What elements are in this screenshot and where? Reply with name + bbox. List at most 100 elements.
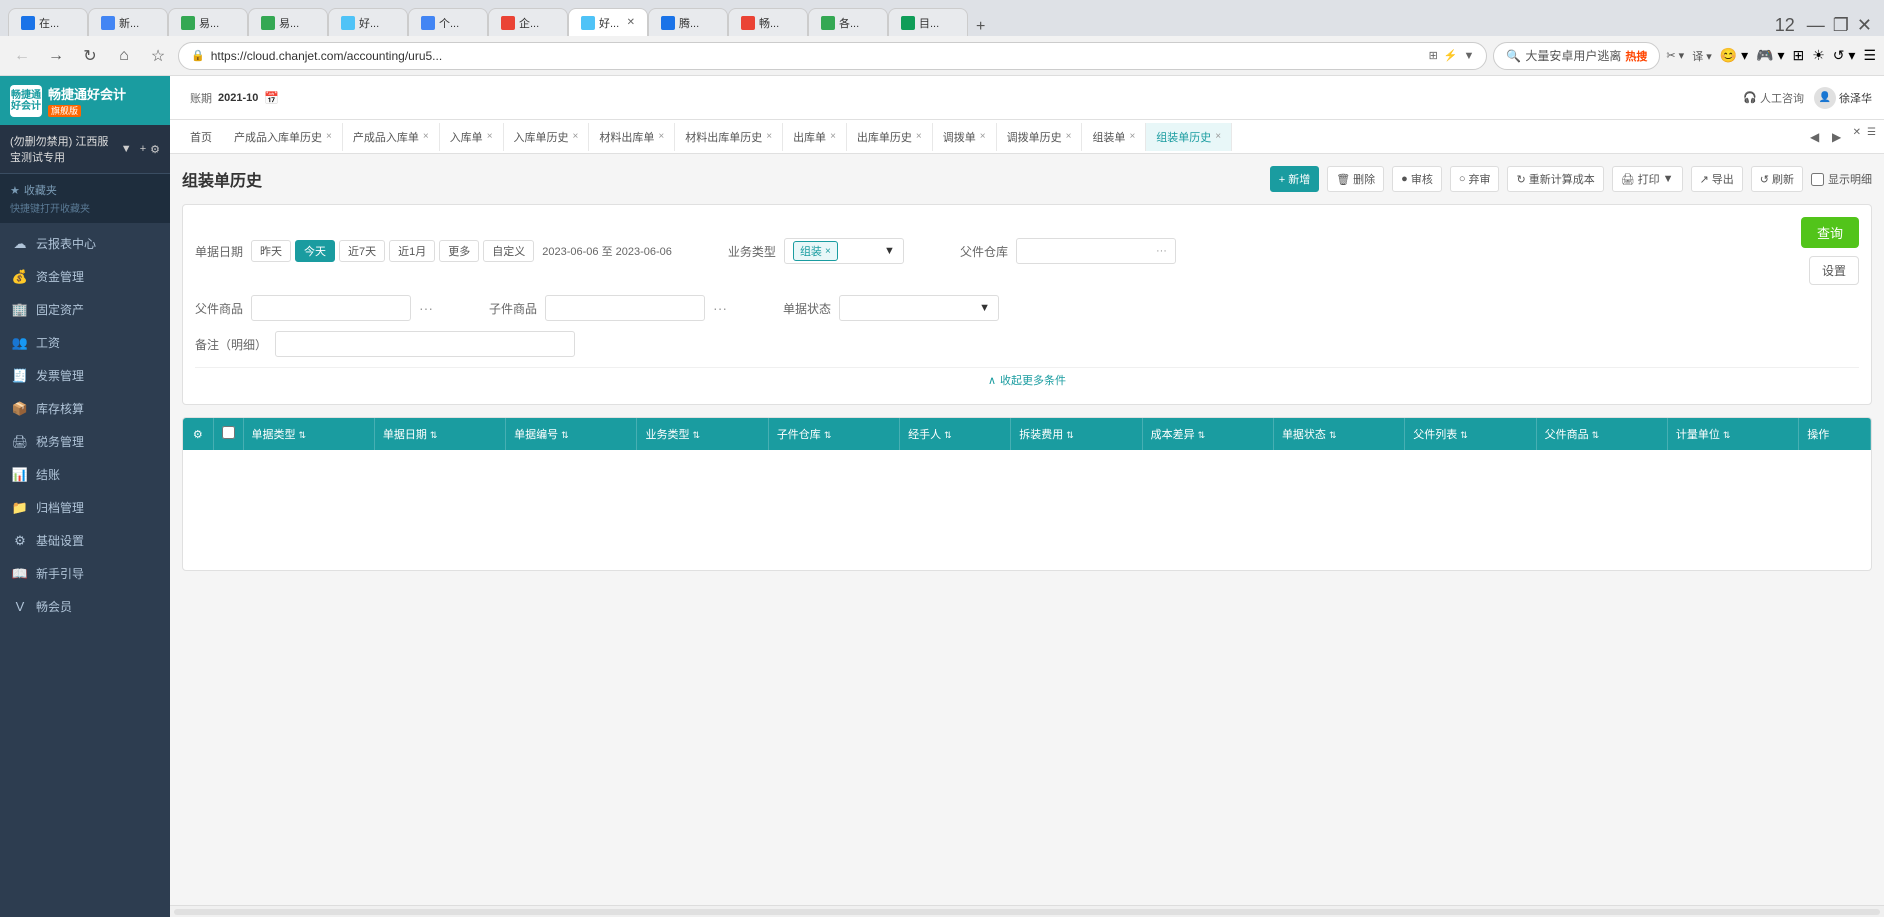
scissors-icon[interactable]: ✂ ▾ — [1666, 49, 1684, 62]
th-settings[interactable]: ⚙ — [183, 418, 213, 450]
child-goods-more[interactable]: ··· — [713, 300, 727, 316]
close-out-history[interactable]: × — [916, 131, 922, 142]
forward-button[interactable]: → — [42, 42, 70, 70]
browser-tab-2[interactable]: 新... — [88, 8, 168, 36]
parent-warehouse-more[interactable]: ··· — [1156, 245, 1167, 257]
restore-button[interactable]: ❐ — [1829, 15, 1853, 36]
bottom-scrollbar[interactable] — [170, 905, 1884, 917]
tab-transfer-history[interactable]: 调拨单历史 × — [997, 123, 1083, 151]
scrollbar-track[interactable] — [174, 909, 1880, 915]
new-tab-button[interactable]: + — [968, 18, 993, 36]
company-add-icon[interactable]: + — [140, 143, 146, 155]
browser-tab-7[interactable]: 企... — [488, 8, 568, 36]
th-order-status[interactable]: 单据状态⇅ — [1273, 418, 1404, 450]
qr-icon[interactable]: ⊞ — [1429, 49, 1438, 62]
sidebar-item-closing[interactable]: 📊 结账 — [0, 458, 170, 491]
tab-transfer[interactable]: 调拨单 × — [933, 123, 997, 151]
sidebar-item-assets[interactable]: 🏢 固定资产 — [0, 293, 170, 326]
th-order-date[interactable]: 单据日期⇅ — [374, 418, 505, 450]
th-order-type[interactable]: 单据类型⇅ — [243, 418, 374, 450]
browser-tab-5[interactable]: 好... — [328, 8, 408, 36]
browser-tab-9[interactable]: 腾... — [648, 8, 728, 36]
date-btn-1month[interactable]: 近1月 — [389, 240, 435, 262]
parent-warehouse-select[interactable]: ··· — [1016, 238, 1176, 264]
parent-goods-input[interactable] — [251, 295, 411, 321]
tab-material-out[interactable]: 材料出库单 × — [589, 123, 675, 151]
tab-menu-button[interactable]: ☰ — [1867, 127, 1876, 147]
print-button[interactable]: 🖨 打印 ▼ — [1612, 166, 1683, 192]
close-assembly[interactable]: × — [1129, 131, 1135, 142]
close-material-out[interactable]: × — [658, 131, 664, 142]
lightning-icon[interactable]: ⚡ — [1444, 49, 1458, 62]
home-button[interactable]: ⌂ — [110, 42, 138, 70]
translate-icon[interactable]: 译 ▾ — [1692, 48, 1712, 64]
th-handler[interactable]: 经手人⇅ — [900, 418, 1011, 450]
delete-button[interactable]: 🗑 删除 — [1327, 166, 1384, 192]
sidebar-item-invoice[interactable]: 🧾 发票管理 — [0, 359, 170, 392]
audit-button[interactable]: ● 审核 — [1392, 166, 1442, 192]
star-button[interactable]: ☆ — [144, 42, 172, 70]
close-material-out-history[interactable]: × — [766, 131, 772, 142]
th-cost-diff[interactable]: 成本差异⇅ — [1142, 418, 1273, 450]
sidebar-item-archive[interactable]: 📁 归档管理 — [0, 491, 170, 524]
recalculate-button[interactable]: ↻ 重新计算成本 — [1507, 166, 1603, 192]
sidebar-item-finance[interactable]: 💰 资金管理 — [0, 260, 170, 293]
sidebar-item-reports[interactable]: ☁ 云报表中心 — [0, 227, 170, 260]
th-parent-list[interactable]: 父件列表⇅ — [1405, 418, 1536, 450]
tab-material-out-history[interactable]: 材料出库单历史 × — [675, 123, 783, 151]
close-window-button[interactable]: ✕ — [1853, 15, 1876, 36]
minimize-button[interactable]: — — [1803, 15, 1829, 36]
company-selector[interactable]: (勿删勿禁用) 江西服宝测试专用 ▼ + ⚙ — [0, 125, 170, 174]
tab-in-history[interactable]: 入库单历史 × — [504, 123, 590, 151]
th-parent-goods[interactable]: 父件商品⇅ — [1536, 418, 1667, 450]
sidebar-item-tax[interactable]: 🖨 税务管理 — [0, 425, 170, 458]
th-order-number[interactable]: 单据编号⇅ — [506, 418, 637, 450]
browser-tab-12[interactable]: 目... — [888, 8, 968, 36]
th-checkbox[interactable] — [213, 418, 243, 450]
close-production-in-history[interactable]: × — [326, 131, 332, 142]
date-btn-today[interactable]: 今天 — [295, 240, 335, 262]
tab-close-8[interactable]: ✕ — [627, 17, 635, 28]
grid-icon[interactable]: ⊞ — [1792, 47, 1804, 64]
browser-tab-8[interactable]: 好... ✕ — [568, 8, 648, 36]
browser-tab-4[interactable]: 易... — [248, 8, 328, 36]
close-out-order[interactable]: × — [830, 131, 836, 142]
close-in-history[interactable]: × — [573, 131, 579, 142]
support-button[interactable]: 🎧 人工咨询 — [1743, 90, 1804, 106]
select-all-checkbox[interactable] — [222, 426, 235, 439]
menu-icon[interactable]: ☰ — [1863, 47, 1876, 64]
collapse-button[interactable]: ∧ 收起更多条件 — [195, 367, 1859, 392]
tab-home[interactable]: 首页 — [178, 123, 224, 151]
export-button[interactable]: ↗ 导出 — [1691, 166, 1743, 192]
add-button[interactable]: + 新增 — [1270, 166, 1319, 192]
abandon-button[interactable]: ○ 弃审 — [1450, 166, 1500, 192]
tab-out-order[interactable]: 出库单 × — [783, 123, 847, 151]
date-btn-7days[interactable]: 近7天 — [339, 240, 385, 262]
refresh-button[interactable]: ↺ 刷新 — [1751, 166, 1803, 192]
order-status-select[interactable]: ▼ — [839, 295, 999, 321]
sidebar-item-guide[interactable]: 📖 新手引导 — [0, 557, 170, 590]
parent-goods-more[interactable]: ··· — [419, 300, 433, 316]
browser-tab-3[interactable]: 易... — [168, 8, 248, 36]
tab-in-order[interactable]: 入库单 × — [440, 123, 504, 151]
close-in-order[interactable]: × — [487, 131, 493, 142]
back-button[interactable]: ← — [8, 42, 36, 70]
game-icon[interactable]: 🎮 ▾ — [1756, 47, 1784, 64]
business-type-select[interactable]: 组装 × ▼ — [784, 238, 904, 264]
calendar-icon[interactable]: 📅 — [264, 91, 279, 105]
close-assembly-history[interactable]: × — [1215, 131, 1221, 142]
search-bar[interactable]: 🔍 大量安卓用户逃离 热搜 — [1493, 42, 1660, 70]
th-child-warehouse[interactable]: 子件仓库⇅ — [768, 418, 899, 450]
date-btn-more[interactable]: 更多 — [439, 240, 479, 262]
date-btn-yesterday[interactable]: 昨天 — [251, 240, 291, 262]
sidebar-item-inventory[interactable]: 📦 库存核算 — [0, 392, 170, 425]
browser-tab-10[interactable]: 畅... — [728, 8, 808, 36]
sidebar-item-salary[interactable]: 👥 工资 — [0, 326, 170, 359]
th-unit[interactable]: 计量单位⇅ — [1667, 418, 1798, 450]
address-bar[interactable]: 🔒 https://cloud.chanjet.com/accounting/u… — [178, 42, 1487, 70]
close-transfer-history[interactable]: × — [1066, 131, 1072, 142]
browser-tab-1[interactable]: 在... — [8, 8, 88, 36]
child-goods-input[interactable] — [545, 295, 705, 321]
settings-button[interactable]: 设置 — [1809, 256, 1859, 285]
close-production-in[interactable]: × — [423, 131, 429, 142]
